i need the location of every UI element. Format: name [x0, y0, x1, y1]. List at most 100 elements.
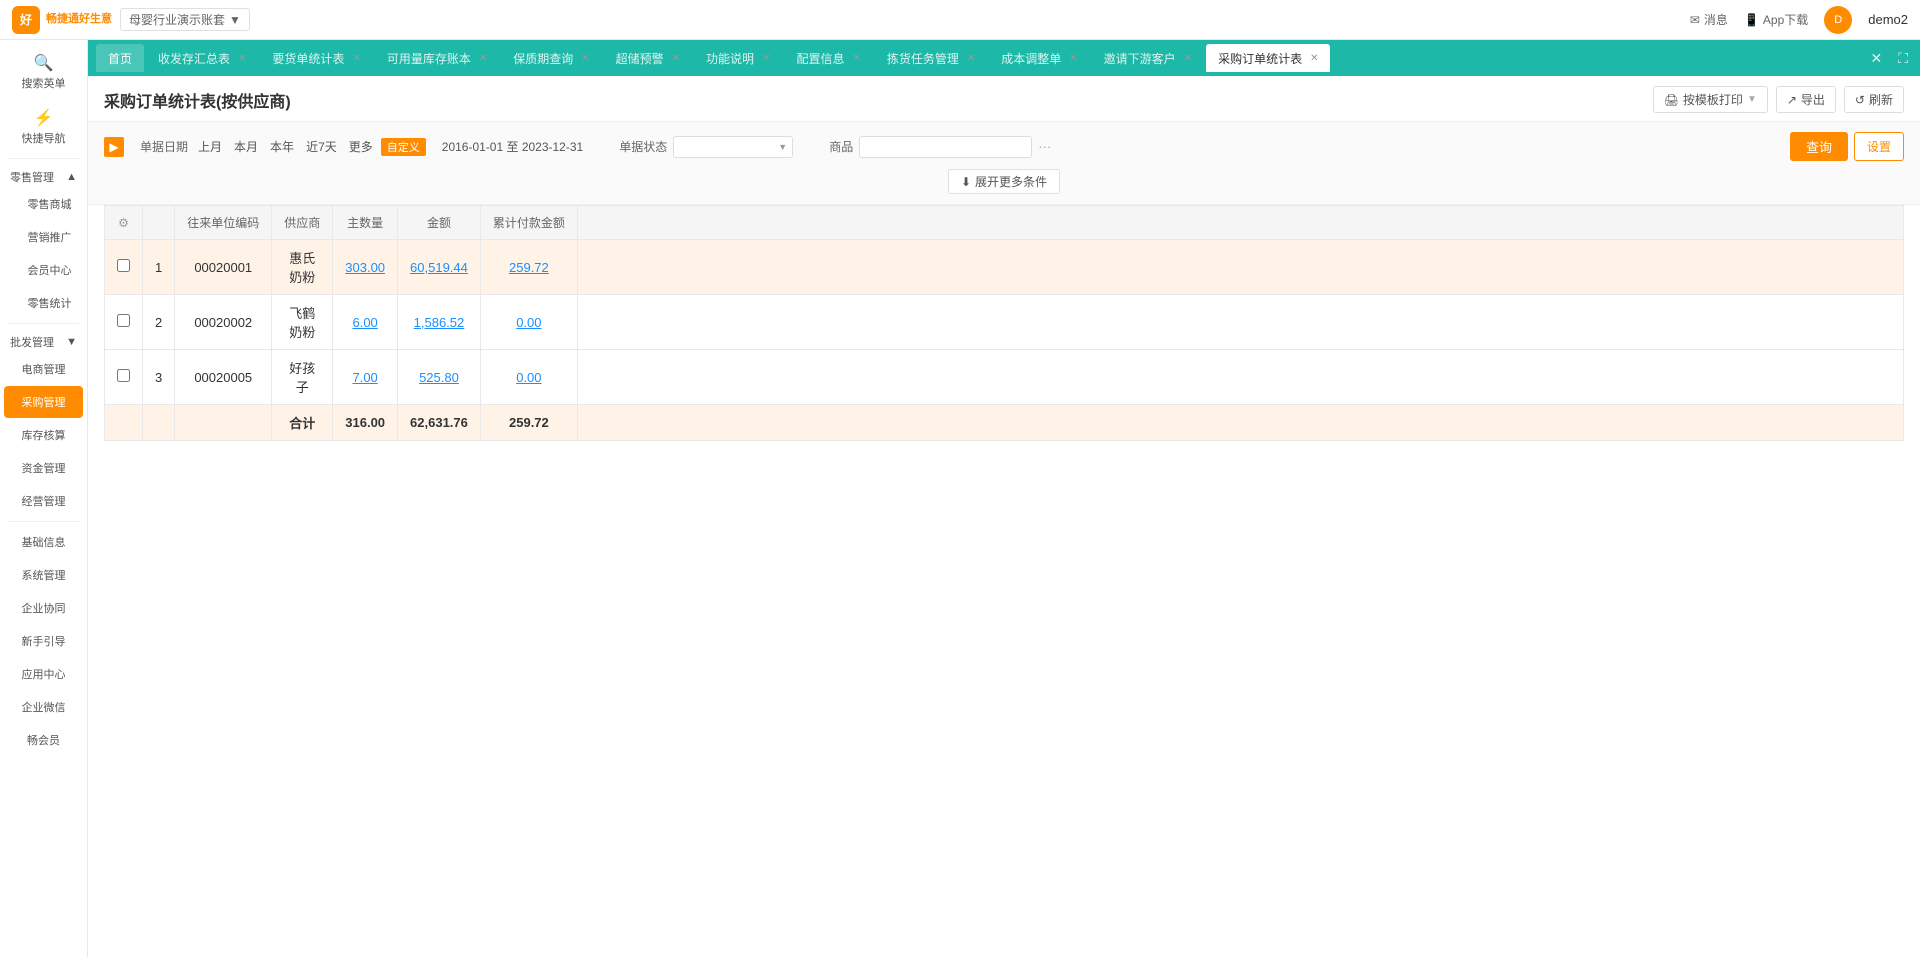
date-shortcut-last-month[interactable]: 上月 — [194, 137, 226, 156]
print-button[interactable]: 🖨 按模板打印 ▼ — [1653, 86, 1768, 113]
query-button[interactable]: 查询 — [1790, 132, 1848, 161]
workspace-selector[interactable]: 母婴行业演示账套 ▼ — [120, 8, 250, 31]
expand-more-btn[interactable]: ⬇ 展开更多条件 — [948, 169, 1060, 194]
tab-purchase-stats-close[interactable]: ✕ — [352, 53, 360, 64]
date-range-value: 2016-01-01 至 2023-12-31 — [442, 138, 583, 155]
tab-config-info-close[interactable]: ✕ — [852, 53, 860, 64]
sidebar-item-inventory[interactable]: 库存核算 — [4, 419, 83, 451]
sidebar-label-enterprise-wechat: 企业微信 — [22, 699, 66, 715]
row-checkbox-2[interactable] — [117, 314, 130, 327]
quantity-link-3[interactable]: 7.00 — [352, 370, 377, 385]
tab-invite-downstream[interactable]: 邀请下游客户 ✕ — [1092, 44, 1204, 72]
sidebar-item-search[interactable]: 🔍 搜索英单 — [4, 45, 83, 99]
paid-link-1[interactable]: 259.72 — [509, 260, 549, 275]
tab-purchase-stats[interactable]: 要货单统计表 ✕ — [260, 44, 372, 72]
tab-shelf-life[interactable]: 保质期查询 ✕ — [501, 44, 601, 72]
sidebar-item-member2[interactable]: 畅会员 — [4, 724, 83, 756]
tab-available-inventory-close[interactable]: ✕ — [479, 53, 487, 64]
sidebar-item-basic[interactable]: 基础信息 — [4, 526, 83, 558]
filter-item-goods: 商品 ··· — [829, 136, 1051, 158]
sidebar-item-ecommerce[interactable]: 电商管理 — [4, 353, 83, 385]
tab-receive-summary-close[interactable]: ✕ — [238, 53, 246, 64]
tab-overstock-close[interactable]: ✕ — [672, 53, 680, 64]
sidebar-item-app-center[interactable]: 应用中心 — [4, 658, 83, 690]
tab-purchase-order-stats-close[interactable]: ✕ — [1310, 53, 1318, 64]
sidebar-group-retail[interactable]: 零售管理 ▲ — [0, 163, 87, 187]
sidebar-item-enterprise-wechat[interactable]: 企业微信 — [4, 691, 83, 723]
print-dropdown-icon: ▼ — [1747, 94, 1757, 105]
tab-expand-btn[interactable]: ⛶ — [1894, 48, 1912, 69]
sidebar-item-enterprise-collab[interactable]: 企业协同 — [4, 592, 83, 624]
main-layout: 🔍 搜索英单 ⚡ 快捷导航 零售管理 ▲ 零售商城 营销推广 会员中心 — [0, 40, 1920, 957]
tab-config-info[interactable]: 配置信息 ✕ — [784, 44, 872, 72]
sidebar-label-retail-shop: 零售商城 — [28, 196, 72, 212]
sidebar-item-operation[interactable]: 经营管理 — [4, 485, 83, 517]
date-shortcut-7days[interactable]: 近7天 — [302, 137, 341, 156]
tab-close-all-btn[interactable]: ✕ — [1866, 48, 1886, 69]
quantity-link-1[interactable]: 303.00 — [345, 260, 385, 275]
td-supplier-1: 惠氏奶粉 — [272, 240, 333, 295]
th-unit-code: 往来单位编码 — [175, 206, 272, 240]
sidebar-item-member[interactable]: 会员中心 — [4, 254, 83, 286]
quantity-link-2[interactable]: 6.00 — [352, 315, 377, 330]
tab-invite-downstream-close[interactable]: ✕ — [1184, 53, 1192, 64]
status-select[interactable] — [673, 136, 793, 158]
tab-function-desc-close[interactable]: ✕ — [762, 53, 770, 64]
refresh-button[interactable]: ↺ 刷新 — [1844, 86, 1904, 113]
amount-link-3[interactable]: 525.80 — [419, 370, 459, 385]
app-download-action[interactable]: 📱 App下载 — [1744, 11, 1808, 28]
date-shortcut-this-year[interactable]: 本年 — [266, 137, 298, 156]
tab-picking-task-close[interactable]: ✕ — [967, 53, 975, 64]
tab-cost-adjust-close[interactable]: ✕ — [1069, 53, 1077, 64]
sidebar-item-retail-stats[interactable]: 零售统计 — [4, 287, 83, 319]
tab-shelf-life-close[interactable]: ✕ — [581, 53, 589, 64]
message-action[interactable]: ✉ 消息 — [1690, 11, 1728, 28]
td-checkbox-3 — [105, 350, 143, 405]
filter-area: ▶ 单据日期 上月 本月 本年 近7天 更多 自定义 2016-0 — [88, 122, 1920, 205]
settings-button[interactable]: 设置 — [1854, 132, 1904, 161]
row-checkbox-1[interactable] — [117, 259, 130, 272]
tab-function-desc[interactable]: 功能说明 ✕ — [694, 44, 782, 72]
tab-overstock[interactable]: 超储预警 ✕ — [604, 44, 692, 72]
goods-input[interactable] — [859, 136, 1032, 158]
tab-cost-adjust[interactable]: 成本调整单 ✕ — [989, 44, 1089, 72]
tab-available-inventory[interactable]: 可用量库存账本 ✕ — [375, 44, 499, 72]
tab-receive-summary-label: 收发存汇总表 — [158, 50, 230, 67]
tab-picking-task[interactable]: 拣货任务管理 ✕ — [875, 44, 987, 72]
table-row: 1 00020001 惠氏奶粉 303.00 60,519.44 259.72 — [105, 240, 1904, 295]
tab-home[interactable]: 首页 — [96, 44, 144, 72]
paid-link-2[interactable]: 0.00 — [516, 315, 541, 330]
paid-link-3[interactable]: 0.00 — [516, 370, 541, 385]
top-bar: 好 畅捷通好生意 母婴行业演示账套 ▼ ✉ 消息 📱 App下载 D demo2 — [0, 0, 1920, 40]
sidebar-item-marketing[interactable]: 营销推广 — [4, 221, 83, 253]
date-shortcut-more[interactable]: 更多 — [345, 137, 377, 156]
sidebar-item-new-guide[interactable]: 新手引导 — [4, 625, 83, 657]
tab-receive-summary[interactable]: 收发存汇总表 ✕ — [146, 44, 258, 72]
sidebar-item-capital[interactable]: 资金管理 — [4, 452, 83, 484]
sidebar-item-system[interactable]: 系统管理 — [4, 559, 83, 591]
date-custom-badge[interactable]: 自定义 — [381, 138, 426, 156]
column-settings-icon[interactable]: ⚙ — [118, 216, 129, 230]
th-paid-amount: 累计付款金额 — [480, 206, 577, 240]
export-button[interactable]: ↗ 导出 — [1776, 86, 1836, 113]
export-icon: ↗ — [1787, 93, 1797, 107]
sidebar-label-ecommerce: 电商管理 — [22, 361, 66, 377]
tab-invite-downstream-label: 邀请下游客户 — [1104, 50, 1176, 67]
sidebar-divider-2 — [8, 323, 79, 324]
export-label: 导出 — [1801, 91, 1825, 108]
page-content: 采购订单统计表(按供应商) 🖨 按模板打印 ▼ ↗ 导出 ↺ 刷新 — [88, 76, 1920, 957]
sidebar-item-retail-shop[interactable]: 零售商城 — [4, 188, 83, 220]
amount-link-2[interactable]: 1,586.52 — [414, 315, 465, 330]
amount-link-1[interactable]: 60,519.44 — [410, 260, 468, 275]
user-avatar[interactable]: D — [1824, 6, 1852, 34]
sidebar-item-shortcut[interactable]: ⚡ 快捷导航 — [4, 100, 83, 154]
footer-extra — [577, 405, 1903, 441]
filter-toggle-arrow[interactable]: ▶ — [104, 137, 124, 157]
goods-more-icon[interactable]: ··· — [1038, 139, 1051, 154]
table-header-row: ⚙ 往来单位编码 供应商 主数量 金额 累计付款金额 — [105, 206, 1904, 240]
sidebar-group-wholesale[interactable]: 批发管理 ▼ — [0, 328, 87, 352]
sidebar-item-purchase[interactable]: 采购管理 — [4, 386, 83, 418]
tab-purchase-order-stats[interactable]: 采购订单统计表 ✕ — [1206, 44, 1330, 72]
row-checkbox-3[interactable] — [117, 369, 130, 382]
date-shortcut-this-month[interactable]: 本月 — [230, 137, 262, 156]
